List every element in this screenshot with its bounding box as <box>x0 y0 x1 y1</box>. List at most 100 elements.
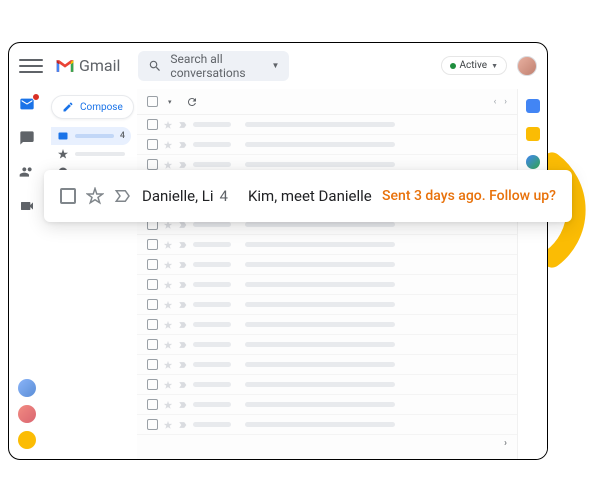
pager-next[interactable]: › <box>504 97 507 107</box>
body: Compose 4 ▾ ‹ <box>9 89 547 459</box>
important-icon[interactable] <box>114 187 132 205</box>
mail-row[interactable] <box>137 255 517 275</box>
row-checkbox[interactable] <box>147 359 158 370</box>
search-input[interactable]: Search all conversations ▼ <box>138 51 289 81</box>
pencil-icon <box>62 101 74 113</box>
row-checkbox[interactable] <box>147 399 158 410</box>
star-icon[interactable] <box>163 420 173 430</box>
sender-placeholder <box>193 322 231 327</box>
app-name: Gmail <box>79 56 120 75</box>
menu-icon[interactable] <box>19 54 43 78</box>
star-icon[interactable] <box>163 380 173 390</box>
calendar-icon[interactable] <box>526 99 540 113</box>
row-checkbox[interactable] <box>147 259 158 270</box>
star-icon[interactable] <box>86 187 104 205</box>
row-checkbox[interactable] <box>147 319 158 330</box>
star-icon[interactable] <box>163 280 173 290</box>
compose-button[interactable]: Compose <box>51 95 134 119</box>
mail-row[interactable] <box>137 135 517 155</box>
important-icon[interactable] <box>178 400 188 410</box>
important-icon[interactable] <box>178 360 188 370</box>
status-chip[interactable]: Active ▼ <box>441 56 507 75</box>
mail-row[interactable] <box>137 375 517 395</box>
account-avatar[interactable] <box>517 56 537 76</box>
status-label: Active <box>460 60 488 71</box>
select-all-checkbox[interactable] <box>147 96 158 107</box>
row-checkbox[interactable] <box>147 139 158 150</box>
star-icon[interactable] <box>163 320 173 330</box>
rail-chat-icon[interactable] <box>18 129 36 147</box>
star-icon[interactable] <box>163 360 173 370</box>
mail-row[interactable] <box>137 295 517 315</box>
mail-row[interactable] <box>137 275 517 295</box>
row-checkbox[interactable] <box>147 299 158 310</box>
sidebar-item-2[interactable] <box>51 145 131 163</box>
important-icon[interactable] <box>178 420 188 430</box>
mail-row[interactable] <box>137 335 517 355</box>
mail-row[interactable] <box>137 395 517 415</box>
row-checkbox[interactable] <box>147 159 158 170</box>
subject-placeholder <box>245 422 395 427</box>
mail-row[interactable] <box>137 415 517 435</box>
star-icon[interactable] <box>163 120 173 130</box>
sender-placeholder <box>193 342 231 347</box>
gmail-window: Gmail Search all conversations ▼ Active … <box>8 42 548 460</box>
tasks-icon[interactable] <box>526 155 540 169</box>
mail-row[interactable] <box>137 355 517 375</box>
rail-mail-icon[interactable] <box>18 95 36 113</box>
star-icon[interactable] <box>163 400 173 410</box>
row-checkbox[interactable] <box>147 239 158 250</box>
rail-badge <box>32 93 40 101</box>
sender-placeholder <box>193 162 231 167</box>
highlighted-email-row[interactable]: Danielle, Li 4 Kim, meet Danielle Sent 3… <box>44 170 572 222</box>
important-icon[interactable] <box>178 320 188 330</box>
rail-contact-2[interactable] <box>18 405 36 423</box>
star-icon[interactable] <box>163 300 173 310</box>
important-icon[interactable] <box>178 300 188 310</box>
star-icon[interactable] <box>163 340 173 350</box>
select-dropdown-caret[interactable]: ▾ <box>168 98 172 106</box>
rail-contact-1[interactable] <box>18 379 36 397</box>
pager-prev[interactable]: ‹ <box>494 97 497 107</box>
sidebar: Compose 4 <box>45 89 137 459</box>
important-icon[interactable] <box>178 380 188 390</box>
topbar: Gmail Search all conversations ▼ Active … <box>9 43 547 89</box>
rail-spaces-icon[interactable] <box>18 163 36 181</box>
mail-row[interactable] <box>137 315 517 335</box>
subject-placeholder <box>245 382 395 387</box>
sidebar-item-inbox[interactable]: 4 <box>51 127 131 145</box>
important-icon[interactable] <box>178 340 188 350</box>
row-checkbox[interactable] <box>147 279 158 290</box>
sidepanel-collapse-icon[interactable]: › <box>504 438 507 449</box>
star-icon[interactable] <box>163 140 173 150</box>
sender-placeholder <box>193 362 231 367</box>
rail-meet-icon[interactable] <box>18 197 36 215</box>
important-icon[interactable] <box>178 280 188 290</box>
important-icon[interactable] <box>178 260 188 270</box>
nudge-text[interactable]: Sent 3 days ago. Follow up? <box>382 188 556 204</box>
star-icon[interactable] <box>163 260 173 270</box>
important-icon[interactable] <box>178 160 188 170</box>
refresh-icon[interactable] <box>186 96 198 108</box>
star-icon[interactable] <box>163 240 173 250</box>
important-icon[interactable] <box>178 140 188 150</box>
important-icon[interactable] <box>178 240 188 250</box>
sender-placeholder <box>193 262 231 267</box>
row-checkbox[interactable] <box>147 339 158 350</box>
row-checkbox[interactable] <box>147 419 158 430</box>
row-checkbox[interactable] <box>147 119 158 130</box>
mail-row[interactable] <box>137 235 517 255</box>
search-options-caret[interactable]: ▼ <box>272 61 280 70</box>
star-icon <box>57 148 69 160</box>
mail-row[interactable] <box>137 115 517 135</box>
important-icon[interactable] <box>178 120 188 130</box>
row-checkbox[interactable] <box>60 188 76 204</box>
star-icon[interactable] <box>163 160 173 170</box>
rail-contact-3[interactable] <box>18 431 36 449</box>
inbox-count: 4 <box>120 131 125 141</box>
subject-placeholder <box>245 402 395 407</box>
row-checkbox[interactable] <box>147 379 158 390</box>
gmail-logo[interactable]: Gmail <box>55 56 120 75</box>
keep-icon[interactable] <box>526 127 540 141</box>
email-subject: Kim, meet Danielle <box>248 187 372 205</box>
